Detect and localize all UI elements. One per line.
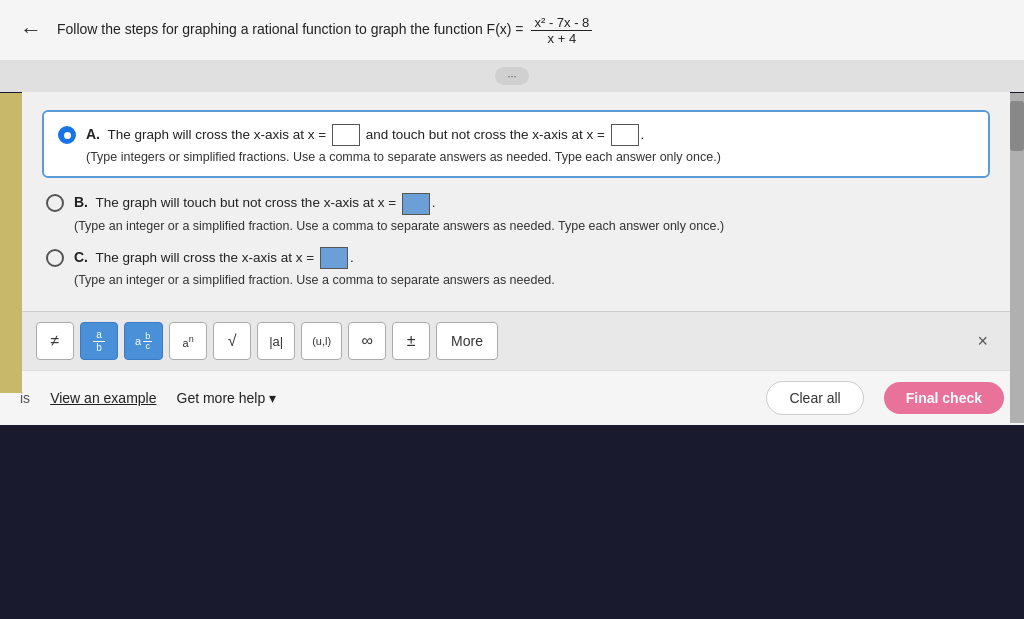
close-toolbar-button[interactable]: ×: [969, 327, 996, 356]
bottom-bar: is View an example Get more help ▾ Clear…: [0, 370, 1024, 425]
math-toolbar: ≠ a b a b c an √ |a| (u,l): [22, 311, 1010, 370]
left-sidebar: [0, 93, 22, 393]
neq-button[interactable]: ≠: [36, 322, 74, 360]
abs-button[interactable]: |a|: [257, 322, 295, 360]
abs-icon: |a|: [269, 334, 283, 349]
infinity-button[interactable]: ∞: [348, 322, 386, 360]
view-example-link[interactable]: View an example: [50, 390, 156, 406]
interval-icon: (u,l): [312, 335, 331, 347]
option-b-input[interactable]: [402, 193, 430, 215]
option-a-radio[interactable]: [58, 126, 76, 144]
sqrt-icon: √: [228, 332, 237, 350]
clear-all-button[interactable]: Clear all: [766, 381, 863, 415]
option-c-subtext: (Type an integer or a simplified fractio…: [74, 273, 555, 287]
more-button[interactable]: More: [436, 322, 498, 360]
right-scrollbar[interactable]: [1010, 93, 1024, 423]
option-b-radio[interactable]: [46, 194, 64, 212]
mixed-fraction-icon: a b c: [135, 332, 152, 351]
option-c-content: C. The graph will cross the x-axis at x …: [74, 247, 555, 287]
divider-row: ···: [0, 60, 1024, 92]
get-more-help-button[interactable]: Get more help ▾: [177, 390, 277, 406]
option-c-radio[interactable]: [46, 249, 64, 267]
sqrt-button[interactable]: √: [213, 322, 251, 360]
mixed-fraction-button[interactable]: a b c: [124, 322, 163, 360]
function-fraction: x² - 7x - 8 x + 4: [531, 15, 592, 46]
option-a-input-1[interactable]: [332, 124, 360, 146]
top-bar: ← Follow the steps for graphing a ration…: [0, 0, 1024, 60]
interval-button[interactable]: (u,l): [301, 322, 342, 360]
fraction-button[interactable]: a b: [80, 322, 118, 360]
scrollbar-thumb[interactable]: [1010, 101, 1024, 151]
final-check-button[interactable]: Final check: [884, 382, 1004, 414]
option-c-text: C. The graph will cross the x-axis at x …: [74, 247, 555, 269]
option-a-input-2[interactable]: [611, 124, 639, 146]
plusminus-button[interactable]: ±: [392, 322, 430, 360]
option-b-text: B. The graph will touch but not cross th…: [74, 192, 724, 214]
problem-text: Follow the steps for graphing a rational…: [57, 15, 1004, 46]
content-area: A. The graph will cross the x-axis at x …: [22, 92, 1010, 311]
exponent-icon: an: [183, 334, 194, 349]
option-a-content: A. The graph will cross the x-axis at x …: [86, 124, 721, 164]
exponent-button[interactable]: an: [169, 322, 207, 360]
option-a-text: A. The graph will cross the x-axis at x …: [86, 124, 721, 146]
option-b-subtext: (Type an integer or a simplified fractio…: [74, 219, 724, 233]
option-c-input[interactable]: [320, 247, 348, 269]
option-c-row[interactable]: C. The graph will cross the x-axis at x …: [46, 247, 990, 287]
option-a-subtext: (Type integers or simplified fractions. …: [86, 150, 721, 164]
main-container: ← Follow the steps for graphing a ration…: [0, 0, 1024, 619]
back-arrow-icon[interactable]: ←: [20, 17, 42, 43]
fraction-icon: a b: [93, 329, 105, 354]
dots-button[interactable]: ···: [495, 67, 528, 85]
option-b-content: B. The graph will touch but not cross th…: [74, 192, 724, 232]
option-a-row[interactable]: A. The graph will cross the x-axis at x …: [42, 110, 990, 178]
option-b-row[interactable]: B. The graph will touch but not cross th…: [46, 192, 990, 232]
